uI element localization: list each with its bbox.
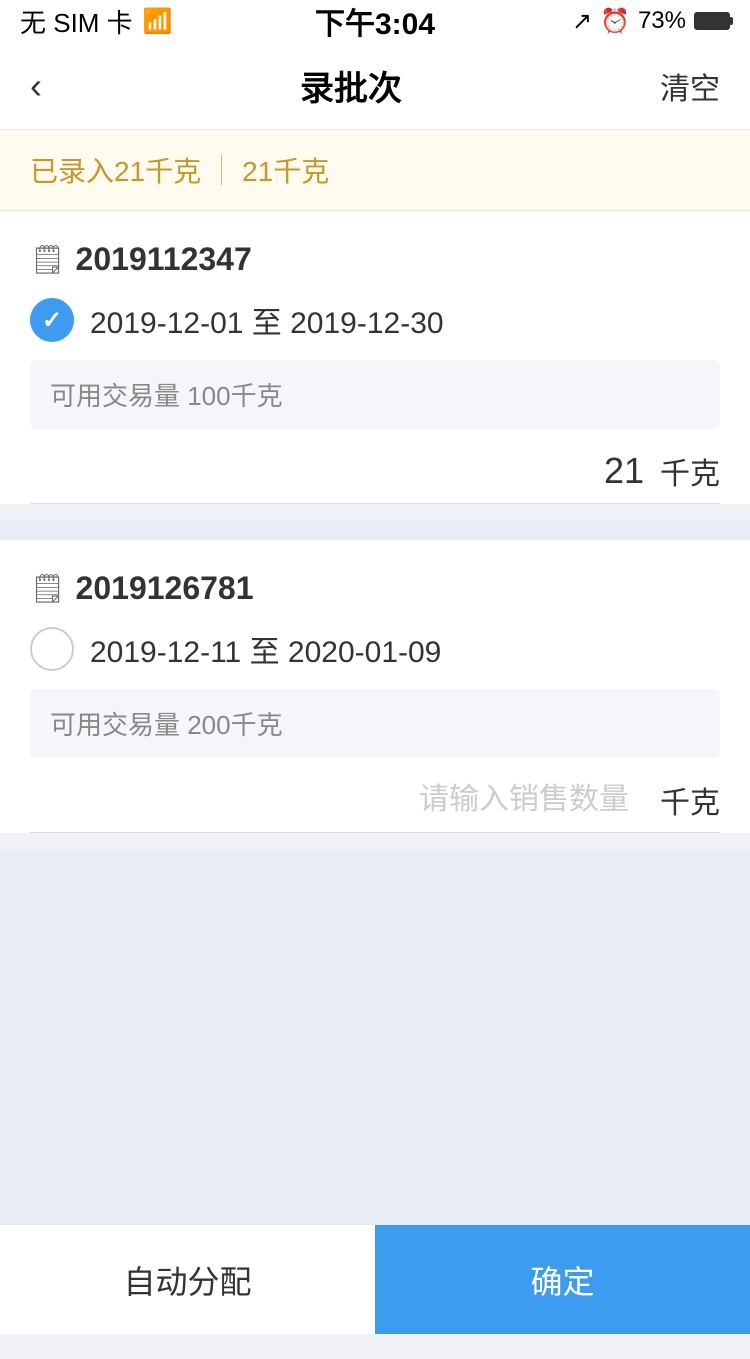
batch-1-icon: 🗒: [30, 243, 66, 276]
batch-2-quantity-input[interactable]: [30, 783, 644, 817]
batch-2-date: 2019-12-11 至 2020-01-09: [90, 627, 441, 671]
batch-1-quantity-row: 21 千克: [0, 429, 750, 503]
batch-2-id: 2019126781: [76, 570, 254, 607]
info-divider: [221, 155, 222, 185]
location-icon: ↗: [572, 7, 592, 36]
status-bar: 无 SIM 卡 📶 下午3:04 ↗ ⏰ 73%: [0, 0, 750, 42]
main-content: 已录入21千克 21千克 🗒 2019112347 2019-12-01 至 2…: [0, 130, 750, 1359]
clear-button[interactable]: 清空: [660, 64, 720, 108]
page-title: 录批次: [300, 61, 402, 110]
auto-assign-button[interactable]: 自动分配: [0, 1225, 375, 1334]
battery-percent: 73%: [638, 7, 686, 35]
bottom-bar: 自动分配 确定: [0, 1224, 750, 1334]
batch-2-radio[interactable]: [30, 627, 74, 671]
batch-card-1: 🗒 2019112347 2019-12-01 至 2019-12-30 可用交…: [0, 211, 750, 504]
batch-1-select-row: 2019-12-01 至 2019-12-30: [0, 288, 750, 352]
confirm-button[interactable]: 确定: [375, 1225, 750, 1334]
batch-1-unit: 千克: [660, 449, 720, 493]
batch-1-divider: [30, 503, 720, 504]
alarm-icon: ⏰: [600, 7, 630, 36]
batch-2-select-row: 2019-12-11 至 2020-01-09: [0, 617, 750, 681]
batch-1-header: 🗒 2019112347: [0, 211, 750, 288]
status-right: ↗ ⏰ 73%: [572, 7, 730, 36]
batch-1-quantity: 21: [604, 450, 644, 492]
empty-space: [0, 849, 750, 1249]
batch-2-header: 🗒 2019126781: [0, 540, 750, 617]
batch-1-radio[interactable]: [30, 298, 74, 342]
recorded-value: 21千克: [242, 150, 329, 190]
batch-2-volume: 可用交易量 200千克: [30, 689, 720, 758]
batch-2-unit: 千克: [660, 778, 720, 822]
batch-card-2: 🗒 2019126781 2019-12-11 至 2020-01-09 可用交…: [0, 540, 750, 833]
batch-2-divider: [30, 832, 720, 833]
section-separator-1: [0, 520, 750, 540]
back-button[interactable]: ‹: [30, 65, 42, 107]
recorded-label: 已录入21千克: [30, 150, 201, 190]
info-banner: 已录入21千克 21千克: [0, 130, 750, 211]
wifi-icon: 📶: [143, 7, 173, 36]
batch-1-id: 2019112347: [76, 241, 252, 278]
nav-bar: ‹ 录批次 清空: [0, 42, 750, 130]
batch-1-volume: 可用交易量 100千克: [30, 360, 720, 429]
batch-2-icon: 🗒: [30, 572, 66, 605]
sim-label: 无 SIM 卡: [20, 3, 133, 40]
battery-icon: [694, 12, 730, 30]
status-left: 无 SIM 卡 📶: [20, 3, 173, 40]
status-time: 下午3:04: [315, 0, 435, 43]
batch-2-input-row: 千克: [0, 758, 750, 832]
batch-1-date: 2019-12-01 至 2019-12-30: [90, 298, 444, 342]
